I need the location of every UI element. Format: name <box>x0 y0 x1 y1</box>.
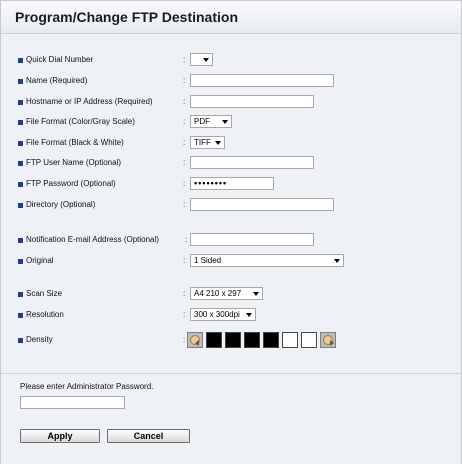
density-level-box[interactable] <box>225 332 241 348</box>
chevron-down-icon <box>203 58 209 62</box>
separator: : <box>183 335 186 344</box>
bullet-icon <box>18 182 23 187</box>
separator: : <box>183 55 186 64</box>
bullet-icon <box>18 292 23 297</box>
separator: : <box>183 200 186 209</box>
apply-button[interactable]: Apply <box>20 429 100 443</box>
row-quick-dial: Quick Dial Number : <box>1 53 461 69</box>
directory-label: Directory (Optional) <box>26 200 96 209</box>
ftp-user-label: FTP User Name (Optional) <box>26 158 121 167</box>
file-format-color-select[interactable]: PDF <box>190 115 232 128</box>
separator: : <box>183 158 186 167</box>
file-format-color-value: PDF <box>194 117 210 126</box>
density-decrease-button[interactable] <box>187 332 203 348</box>
page-title: Program/Change FTP Destination <box>15 9 238 25</box>
notification-label: Notification E-mail Address (Optional) <box>26 235 159 244</box>
file-format-bw-select[interactable]: TIFF <box>190 136 225 149</box>
bullet-icon <box>18 238 23 243</box>
row-notification: Notification E-mail Address (Optional) : <box>1 233 461 249</box>
bullet-icon <box>18 203 23 208</box>
file-format-bw-value: TIFF <box>194 138 211 147</box>
name-input[interactable] <box>190 74 334 87</box>
bullet-icon <box>18 313 23 318</box>
quick-dial-label: Quick Dial Number <box>26 55 94 64</box>
row-ftp-user: FTP User Name (Optional) : <box>1 156 461 172</box>
resolution-select[interactable]: 300 x 300dpi <box>190 308 256 321</box>
arrow-left-icon <box>190 335 200 346</box>
density-label: Density <box>26 335 53 344</box>
original-label: Original <box>26 256 54 265</box>
density-level-box[interactable] <box>301 332 317 348</box>
separator: : <box>185 235 188 244</box>
row-hostname: Hostname or IP Address (Required) : <box>1 95 461 111</box>
separator: : <box>183 310 186 319</box>
density-increase-button[interactable] <box>320 332 336 348</box>
separator: : <box>183 256 186 265</box>
row-resolution: Resolution : 300 x 300dpi <box>1 308 461 324</box>
name-label: Name (Required) <box>26 76 88 85</box>
original-select[interactable]: 1 Sided <box>190 254 344 267</box>
bullet-icon <box>18 161 23 166</box>
density-level-box[interactable] <box>263 332 279 348</box>
separator: : <box>183 138 186 147</box>
bullet-icon <box>18 338 23 343</box>
scan-size-select[interactable]: A4 210 x 297 <box>190 287 263 300</box>
row-file-format-color: File Format (Color/Gray Scale) : PDF <box>1 115 461 131</box>
title-bar: Program/Change FTP Destination <box>1 1 461 34</box>
chevron-down-icon <box>246 313 252 317</box>
row-ftp-password: FTP Password (Optional) : •••••••• <box>1 177 461 193</box>
bullet-icon <box>18 141 23 146</box>
dialog-frame: Program/Change FTP Destination Quick Dia… <box>0 0 462 464</box>
chevron-down-icon <box>222 120 228 124</box>
hostname-input[interactable] <box>190 95 314 108</box>
separator: : <box>183 289 186 298</box>
ftp-password-label: FTP Password (Optional) <box>26 179 116 188</box>
notification-input[interactable] <box>190 233 314 246</box>
scan-size-label: Scan Size <box>26 289 63 298</box>
ftp-password-input[interactable]: •••••••• <box>190 177 274 190</box>
density-level-box[interactable] <box>244 332 260 348</box>
admin-password-input[interactable] <box>20 396 125 409</box>
chevron-down-icon <box>215 141 221 145</box>
separator: : <box>183 97 186 106</box>
bullet-icon <box>18 259 23 264</box>
separator: : <box>183 117 186 126</box>
row-file-format-bw: File Format (Black & White) : TIFF <box>1 136 461 152</box>
row-original: Original : 1 Sided <box>1 254 461 270</box>
resolution-label: Resolution <box>26 310 64 319</box>
arrow-right-icon <box>323 335 334 346</box>
resolution-value: 300 x 300dpi <box>194 310 240 319</box>
bullet-icon <box>18 79 23 84</box>
bullet-icon <box>18 120 23 125</box>
chevron-down-icon <box>253 292 259 296</box>
scan-size-value: A4 210 x 297 <box>194 289 242 298</box>
row-scan-size: Scan Size : A4 210 x 297 <box>1 287 461 303</box>
row-directory: Directory (Optional) : <box>1 198 461 214</box>
separator: : <box>183 76 186 85</box>
row-name: Name (Required) : <box>1 74 461 90</box>
bullet-icon <box>18 100 23 105</box>
file-format-color-label: File Format (Color/Gray Scale) <box>26 117 135 126</box>
original-value: 1 Sided <box>194 256 222 265</box>
file-format-bw-label: File Format (Black & White) <box>26 138 124 147</box>
chevron-down-icon <box>334 259 340 263</box>
bullet-icon <box>18 58 23 63</box>
hostname-label: Hostname or IP Address (Required) <box>26 97 153 106</box>
cancel-button[interactable]: Cancel <box>107 429 190 443</box>
ftp-user-input[interactable] <box>190 156 314 169</box>
density-level-box[interactable] <box>282 332 298 348</box>
admin-password-message: Please enter Administrator Password. <box>20 382 154 391</box>
density-level-box[interactable] <box>206 332 222 348</box>
quick-dial-select[interactable] <box>190 53 213 66</box>
directory-input[interactable] <box>190 198 334 211</box>
separator: : <box>183 179 186 188</box>
